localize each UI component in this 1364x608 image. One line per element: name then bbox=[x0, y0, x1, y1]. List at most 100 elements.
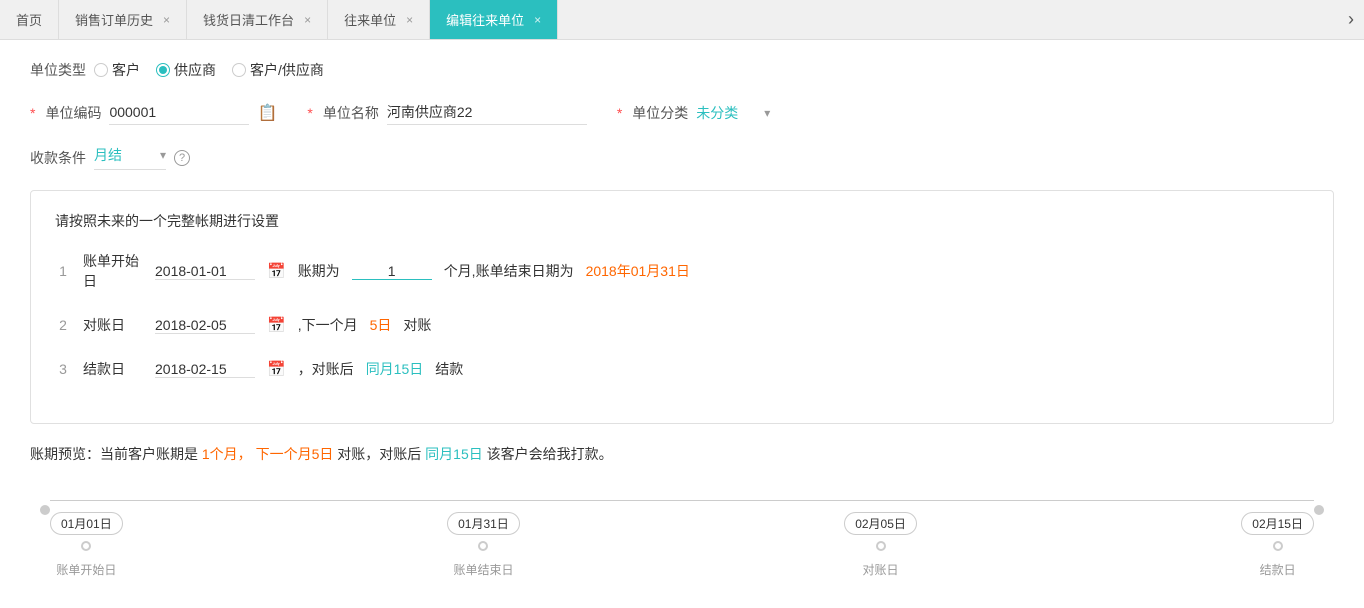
period-prefix: 账期为 bbox=[298, 261, 340, 281]
radio-both[interactable]: 客户/供应商 bbox=[232, 60, 324, 80]
tab-partner-close[interactable]: × bbox=[406, 13, 413, 27]
unit-type-group: 单位类型 客户 供应商 客户/供应商 bbox=[30, 60, 324, 80]
radio-supplier-label: 供应商 bbox=[174, 60, 216, 80]
radio-supplier-circle bbox=[156, 63, 170, 77]
timeline-label-1: 账单开始日 bbox=[56, 561, 116, 578]
timeline-dot-2 bbox=[478, 541, 488, 551]
category-arrow-icon[interactable]: ▾ bbox=[764, 106, 770, 120]
calendar-icon-1[interactable]: 📅 bbox=[267, 262, 286, 280]
name-input[interactable] bbox=[387, 100, 587, 125]
timeline-container: 01月01日 账单开始日 01月31日 账单结束日 02月05日 对账日 bbox=[50, 488, 1314, 578]
unit-type-row: 单位类型 客户 供应商 客户/供应商 bbox=[30, 60, 1334, 80]
timeline-dot-3 bbox=[876, 541, 886, 551]
main-content: 单位类型 客户 供应商 客户/供应商 * 单位编码 bbox=[0, 40, 1364, 608]
name-label: 单位名称 bbox=[323, 103, 379, 123]
preview-part3: 同月15日 bbox=[425, 446, 483, 462]
help-icon[interactable]: ? bbox=[174, 150, 190, 166]
timeline-dot-4 bbox=[1273, 541, 1283, 551]
tab-sales-history[interactable]: 销售订单历史 × bbox=[59, 0, 187, 39]
tab-cash-work-close[interactable]: × bbox=[304, 13, 311, 27]
unit-type-label: 单位类型 bbox=[30, 60, 86, 80]
section-title: 请按照未来的一个完整帐期进行设置 bbox=[55, 211, 1309, 231]
category-group: * 单位分类 未分类 ▾ bbox=[617, 103, 770, 123]
radio-both-label: 客户/供应商 bbox=[250, 60, 324, 80]
period-suffix-prefix: 个月,账单结束日期为 bbox=[444, 261, 574, 281]
payment-row: 收款条件 月结 ▾ ? bbox=[30, 145, 1334, 170]
category-label: 单位分类 bbox=[632, 103, 688, 123]
date-input-3[interactable] bbox=[155, 361, 255, 378]
date-input-1[interactable] bbox=[155, 263, 255, 280]
code-name-category-row: * 单位编码 📋 * 单位名称 * 单位分类 未分类 ▾ bbox=[30, 100, 1334, 125]
tab-spacer bbox=[558, 0, 1338, 39]
period-input[interactable] bbox=[352, 263, 432, 280]
radio-customer[interactable]: 客户 bbox=[94, 60, 140, 80]
tab-edit-partner[interactable]: 编辑往来单位 × bbox=[430, 0, 558, 39]
tab-sales-history-close[interactable]: × bbox=[163, 13, 170, 27]
row3-suffix: 结款 bbox=[435, 359, 463, 379]
code-label: 单位编码 bbox=[45, 103, 101, 123]
timeline-points: 01月01日 账单开始日 01月31日 账单结束日 02月05日 对账日 bbox=[50, 488, 1314, 578]
settings-section: 请按照未来的一个完整帐期进行设置 1 账单开始日 📅 账期为 个月,账单结束日期… bbox=[30, 190, 1334, 424]
code-icon[interactable]: 📋 bbox=[257, 103, 277, 123]
row2-day: 5日 bbox=[370, 315, 392, 335]
row3-prefix: ，对账后 bbox=[298, 359, 354, 379]
radio-customer-circle bbox=[94, 63, 108, 77]
row-num-3: 3 bbox=[55, 361, 71, 377]
code-group: * 单位编码 📋 bbox=[30, 100, 277, 125]
timeline-point-1: 01月01日 账单开始日 bbox=[50, 488, 123, 578]
tab-home[interactable]: 首页 bbox=[0, 0, 59, 39]
row2-suffix-text: ,下一个月 bbox=[298, 315, 358, 335]
preview-middle: 对账，对账后 bbox=[337, 446, 421, 462]
timeline-date-4: 02月15日 bbox=[1241, 512, 1314, 535]
timeline-point-3: 02月05日 对账日 bbox=[844, 488, 917, 578]
tab-partner[interactable]: 往来单位 × bbox=[328, 0, 430, 39]
date-row-2: 2 对账日 📅 ,下一个月 5日 对账 bbox=[55, 315, 1309, 335]
payment-arrow-icon[interactable]: ▾ bbox=[160, 148, 166, 162]
category-required: * bbox=[617, 105, 622, 121]
radio-supplier[interactable]: 供应商 bbox=[156, 60, 216, 80]
category-value: 未分类 bbox=[696, 103, 756, 123]
timeline-date-3: 02月05日 bbox=[844, 512, 917, 535]
tab-bar: 首页 销售订单历史 × 钱货日清工作台 × 往来单位 × 编辑往来单位 × › bbox=[0, 0, 1364, 40]
name-required: * bbox=[307, 105, 312, 121]
payment-dropdown[interactable]: 月结 ▾ bbox=[94, 145, 166, 170]
radio-both-circle bbox=[232, 63, 246, 77]
timeline-date-2: 01月31日 bbox=[447, 512, 520, 535]
timeline-dot-1 bbox=[81, 541, 91, 551]
timeline-point-2: 01月31日 账单结束日 bbox=[447, 488, 520, 578]
preview-prefix: 账期预览：当前客户账期是 bbox=[30, 446, 198, 462]
radio-group: 客户 供应商 客户/供应商 bbox=[94, 60, 324, 80]
code-input[interactable] bbox=[109, 100, 249, 125]
code-required: * bbox=[30, 105, 35, 121]
calendar-icon-3[interactable]: 📅 bbox=[267, 360, 286, 378]
timeline-left-end bbox=[40, 505, 50, 515]
payment-value: 月结 bbox=[94, 145, 154, 165]
tab-edit-partner-close[interactable]: × bbox=[534, 13, 541, 27]
calendar-icon-2[interactable]: 📅 bbox=[267, 316, 286, 334]
row-label-2: 对账日 bbox=[83, 315, 143, 335]
timeline-date-1: 01月01日 bbox=[50, 512, 123, 535]
timeline-label-4: 结款日 bbox=[1260, 561, 1296, 578]
row-num-1: 1 bbox=[55, 263, 71, 279]
radio-customer-label: 客户 bbox=[112, 60, 140, 80]
row3-day: 同月15日 bbox=[366, 359, 424, 379]
row-label-3: 结款日 bbox=[83, 359, 143, 379]
preview-part2: 下一个月5日 bbox=[256, 446, 334, 462]
date-row-1: 1 账单开始日 📅 账期为 个月,账单结束日期为 2018年01月31日 bbox=[55, 251, 1309, 291]
timeline-label-3: 对账日 bbox=[863, 561, 899, 578]
row2-suffix-end: 对账 bbox=[403, 315, 431, 335]
timeline-right-end bbox=[1314, 505, 1324, 515]
name-group: * 单位名称 bbox=[307, 100, 586, 125]
preview-section: 账期预览：当前客户账期是 1个月， 下一个月5日 对账，对账后 同月15日 该客… bbox=[30, 444, 1334, 464]
tab-cash-work[interactable]: 钱货日清工作台 × bbox=[187, 0, 328, 39]
payment-label: 收款条件 bbox=[30, 148, 86, 168]
tab-expand-button[interactable]: › bbox=[1338, 0, 1364, 39]
date-row-3: 3 结款日 📅 ，对账后 同月15日 结款 bbox=[55, 359, 1309, 379]
date-input-2[interactable] bbox=[155, 317, 255, 334]
preview-suffix: 该客户会给我打款。 bbox=[487, 446, 613, 462]
row-label-1: 账单开始日 bbox=[83, 251, 143, 291]
end-date-value: 2018年01月31日 bbox=[586, 261, 690, 281]
timeline-label-2: 账单结束日 bbox=[453, 561, 513, 578]
payment-group: 收款条件 月结 ▾ ? bbox=[30, 145, 190, 170]
row-num-2: 2 bbox=[55, 317, 71, 333]
